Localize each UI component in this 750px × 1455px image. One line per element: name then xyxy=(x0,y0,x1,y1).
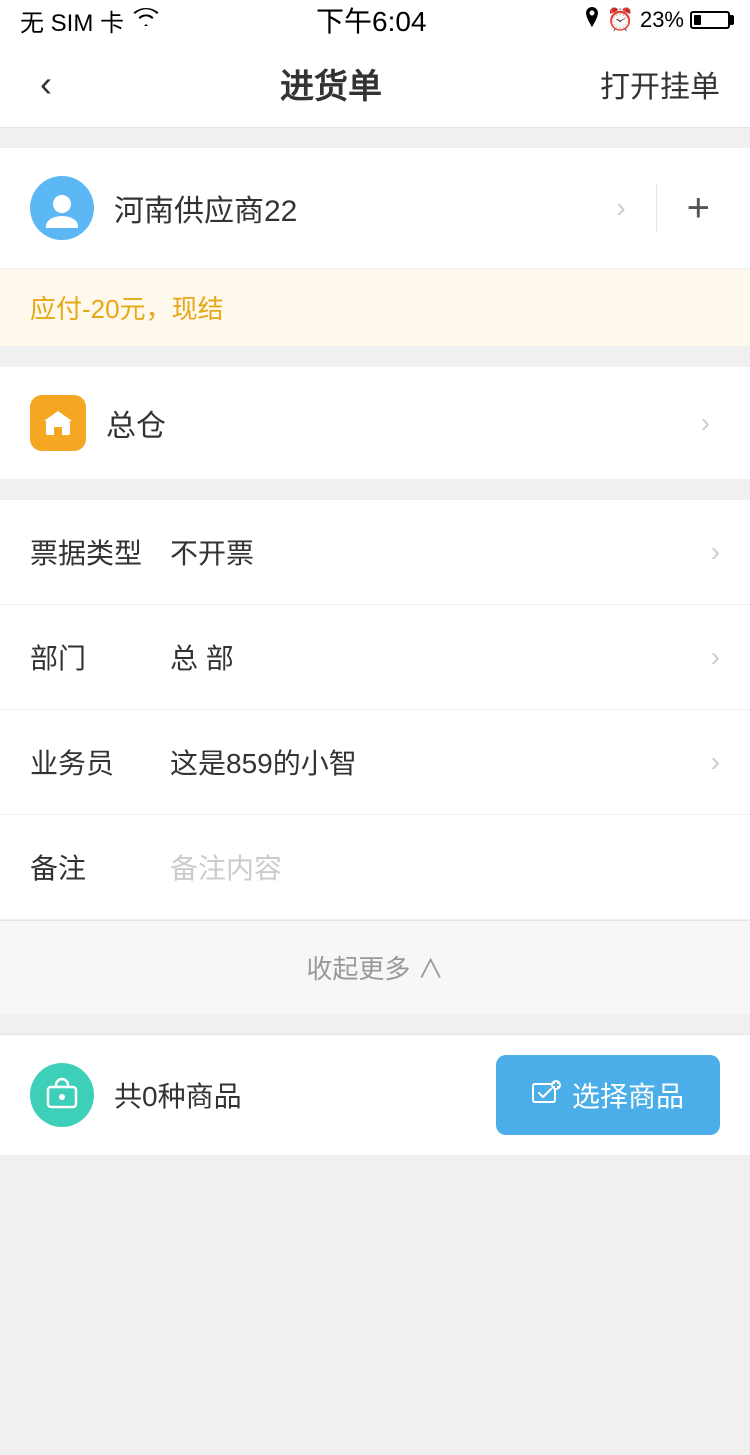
vertical-divider xyxy=(656,183,657,233)
supplier-avatar xyxy=(30,176,94,240)
top-divider xyxy=(0,128,750,148)
remark-row[interactable]: 备注 备注内容 xyxy=(0,815,750,920)
remark-label: 备注 xyxy=(30,847,170,887)
collapse-row[interactable]: 收起更多 ∧ xyxy=(0,920,750,1014)
battery-percent: 23% xyxy=(640,7,684,33)
warehouse-row[interactable]: 总仓 › xyxy=(0,367,750,480)
warehouse-name: 总仓 xyxy=(106,401,701,445)
invoice-type-row[interactable]: 票据类型 不开票 › xyxy=(0,500,750,605)
notice-row: 应付-20元，现结 xyxy=(0,269,750,347)
invoice-arrow-icon: › xyxy=(711,536,720,568)
back-button[interactable]: ‹ xyxy=(30,53,62,115)
status-bar: 无 SIM 卡 下午6:04 ⏰ 23% xyxy=(0,0,750,40)
divider-1 xyxy=(0,347,750,367)
select-product-button[interactable]: 选择商品 xyxy=(496,1055,720,1135)
page-title: 进货单 xyxy=(280,59,382,108)
status-right: ⏰ 23% xyxy=(583,6,730,34)
select-product-label: 选择商品 xyxy=(572,1075,684,1115)
department-row[interactable]: 部门 总 部 › xyxy=(0,605,750,710)
select-icon xyxy=(532,1079,562,1112)
warehouse-icon xyxy=(30,395,86,451)
salesman-value: 这是859的小智 xyxy=(170,742,711,782)
supplier-section: 河南供应商22 › + 应付-20元，现结 xyxy=(0,148,750,347)
salesman-row[interactable]: 业务员 这是859的小智 › xyxy=(0,710,750,815)
divider-3 xyxy=(0,1014,750,1034)
nav-bar: ‹ 进货单 打开挂单 xyxy=(0,40,750,128)
supplier-row[interactable]: 河南供应商22 › + xyxy=(0,148,750,269)
product-icon xyxy=(30,1063,94,1127)
warehouse-arrow-icon: › xyxy=(701,407,710,439)
open-pending-button[interactable]: 打开挂单 xyxy=(600,62,720,106)
collapse-label: 收起更多 ∧ xyxy=(306,949,443,986)
salesman-arrow-icon: › xyxy=(711,746,720,778)
bottom-filler xyxy=(0,1155,750,1455)
divider-2 xyxy=(0,480,750,500)
add-supplier-button[interactable]: + xyxy=(677,186,720,231)
alarm-icon: ⏰ xyxy=(607,7,634,33)
battery-icon xyxy=(690,11,730,29)
invoice-label: 票据类型 xyxy=(30,532,170,572)
department-label: 部门 xyxy=(30,637,170,677)
carrier-label: 无 SIM 卡 xyxy=(20,3,124,38)
status-left: 无 SIM 卡 xyxy=(20,3,160,38)
invoice-value: 不开票 xyxy=(170,532,711,572)
bottom-bar: 共0种商品 选择商品 xyxy=(0,1034,750,1155)
product-count: 共0种商品 xyxy=(114,1075,496,1115)
department-value: 总 部 xyxy=(170,637,711,677)
location-icon xyxy=(583,6,601,34)
remark-input[interactable]: 备注内容 xyxy=(170,847,720,887)
wifi-icon xyxy=(132,6,160,35)
salesman-label: 业务员 xyxy=(30,742,170,782)
department-arrow-icon: › xyxy=(711,641,720,673)
supplier-arrow-icon: › xyxy=(616,192,625,224)
supplier-name: 河南供应商22 xyxy=(114,186,616,230)
notice-text: 应付-20元，现结 xyxy=(30,294,224,324)
status-time: 下午6:04 xyxy=(316,0,427,40)
main-content: 河南供应商22 › + 应付-20元，现结 总仓 › 票据类型 不开票 › xyxy=(0,128,750,1455)
